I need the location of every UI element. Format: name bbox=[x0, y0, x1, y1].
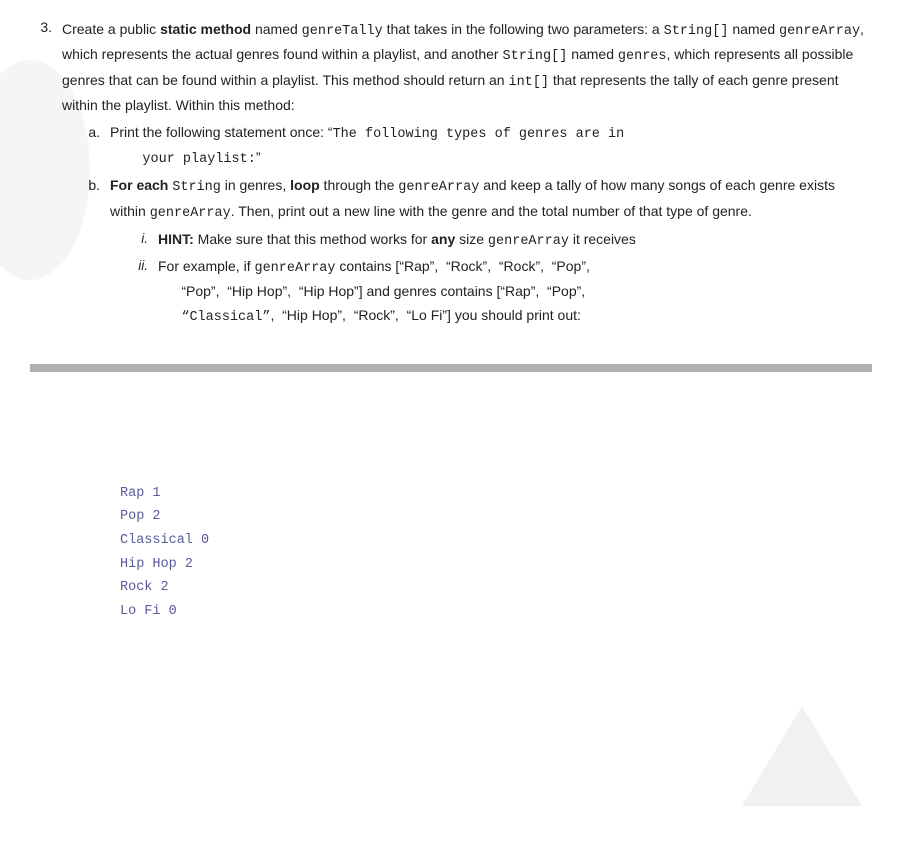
hint-label: HINT: bbox=[158, 231, 194, 247]
sub-label-a: a. bbox=[72, 121, 100, 172]
output-line-5: Rock 2 bbox=[120, 576, 872, 600]
classical-code: “Classical” bbox=[181, 310, 270, 325]
sub-item-a: a. Print the following statement once: “… bbox=[72, 121, 872, 172]
output-line-3: Classical 0 bbox=[120, 529, 872, 553]
intro-text-2: named bbox=[251, 21, 302, 37]
page: 3. Create a public static method named g… bbox=[0, 0, 902, 846]
string-array-code-2: String[] bbox=[503, 49, 568, 64]
sub-sub-label-i: i. bbox=[126, 228, 148, 253]
any-label: any bbox=[431, 231, 455, 247]
sub-sub-body-i: HINT: Make sure that this method works f… bbox=[158, 228, 872, 253]
output-code-block: Rap 1 Pop 2 Classical 0 Hip Hop 2 Rock 2… bbox=[120, 482, 872, 624]
ii-text-3: , “Hip Hop”, “Rock”, “Lo Fi”] you should… bbox=[270, 307, 580, 323]
genres-code-1: genres bbox=[618, 49, 667, 64]
int-array-code: int[] bbox=[508, 75, 549, 90]
intro-text-4: named bbox=[728, 21, 779, 37]
output-line-4: Hip Hop 2 bbox=[120, 553, 872, 577]
watermark-triangle bbox=[742, 706, 862, 806]
output-line-6: Lo Fi 0 bbox=[120, 600, 872, 624]
genreArray-code-ii: genreArray bbox=[254, 261, 335, 276]
genreArray-code-b: genreArray bbox=[398, 180, 479, 195]
sub-sub-item-ii: ii. For example, if genreArray contains … bbox=[126, 255, 872, 329]
i-text-1: Make sure that this method works for bbox=[194, 231, 431, 247]
static-method-label: static method bbox=[160, 21, 251, 37]
item-body-3: Create a public static method named genr… bbox=[62, 18, 872, 334]
b-text-2: in genres, bbox=[221, 177, 290, 193]
intro-text-1: Create a public bbox=[62, 21, 160, 37]
output-line-1: Rap 1 bbox=[120, 482, 872, 506]
output-section: Rap 1 Pop 2 Classical 0 Hip Hop 2 Rock 2… bbox=[120, 482, 872, 624]
section-divider bbox=[30, 364, 872, 372]
print-text-2: ” bbox=[256, 149, 261, 165]
print-text-1: Print the following statement once: “ bbox=[110, 124, 333, 140]
genreArray-code-b2: genreArray bbox=[150, 206, 231, 221]
main-content: 3. Create a public static method named g… bbox=[30, 18, 872, 624]
loop-label: loop bbox=[290, 177, 320, 193]
genreTally-code: genreTally bbox=[302, 24, 383, 39]
b-text-5: . Then, print out a new line with the ge… bbox=[231, 203, 752, 219]
sub-sub-label-ii: ii. bbox=[126, 255, 148, 329]
genreArray-code-1: genreArray bbox=[779, 24, 860, 39]
sub-sub-body-ii: For example, if genreArray contains [“Ra… bbox=[158, 255, 872, 329]
numbered-item-3: 3. Create a public static method named g… bbox=[30, 18, 872, 334]
string-array-code-1: String[] bbox=[664, 24, 729, 39]
and-text: and bbox=[367, 283, 394, 299]
string-code-b: String bbox=[172, 180, 221, 195]
sub-sub-item-i: i. HINT: Make sure that this method work… bbox=[126, 228, 872, 253]
ii-text-1: For example, if bbox=[158, 258, 254, 274]
sub-item-b: b. For each String in genres, loop throu… bbox=[72, 174, 872, 330]
for-each-label: For each bbox=[110, 177, 168, 193]
sub-list: a. Print the following statement once: “… bbox=[72, 121, 872, 331]
sub-body-a: Print the following statement once: “The… bbox=[110, 121, 872, 172]
intro-text-3: that takes in the following two paramete… bbox=[383, 21, 664, 37]
i-text-3: it receives bbox=[569, 231, 636, 247]
item-number-3: 3. bbox=[30, 18, 52, 334]
output-line-2: Pop 2 bbox=[120, 505, 872, 529]
genreArray-code-i: genreArray bbox=[488, 234, 569, 249]
intro-text-6: named bbox=[567, 46, 618, 62]
sub-body-b: For each String in genres, loop through … bbox=[110, 174, 872, 330]
b-text-3: through the bbox=[320, 177, 399, 193]
sub-label-b: b. bbox=[72, 174, 100, 330]
sub-sub-list: i. HINT: Make sure that this method work… bbox=[126, 228, 872, 329]
i-text-2: size bbox=[455, 231, 488, 247]
